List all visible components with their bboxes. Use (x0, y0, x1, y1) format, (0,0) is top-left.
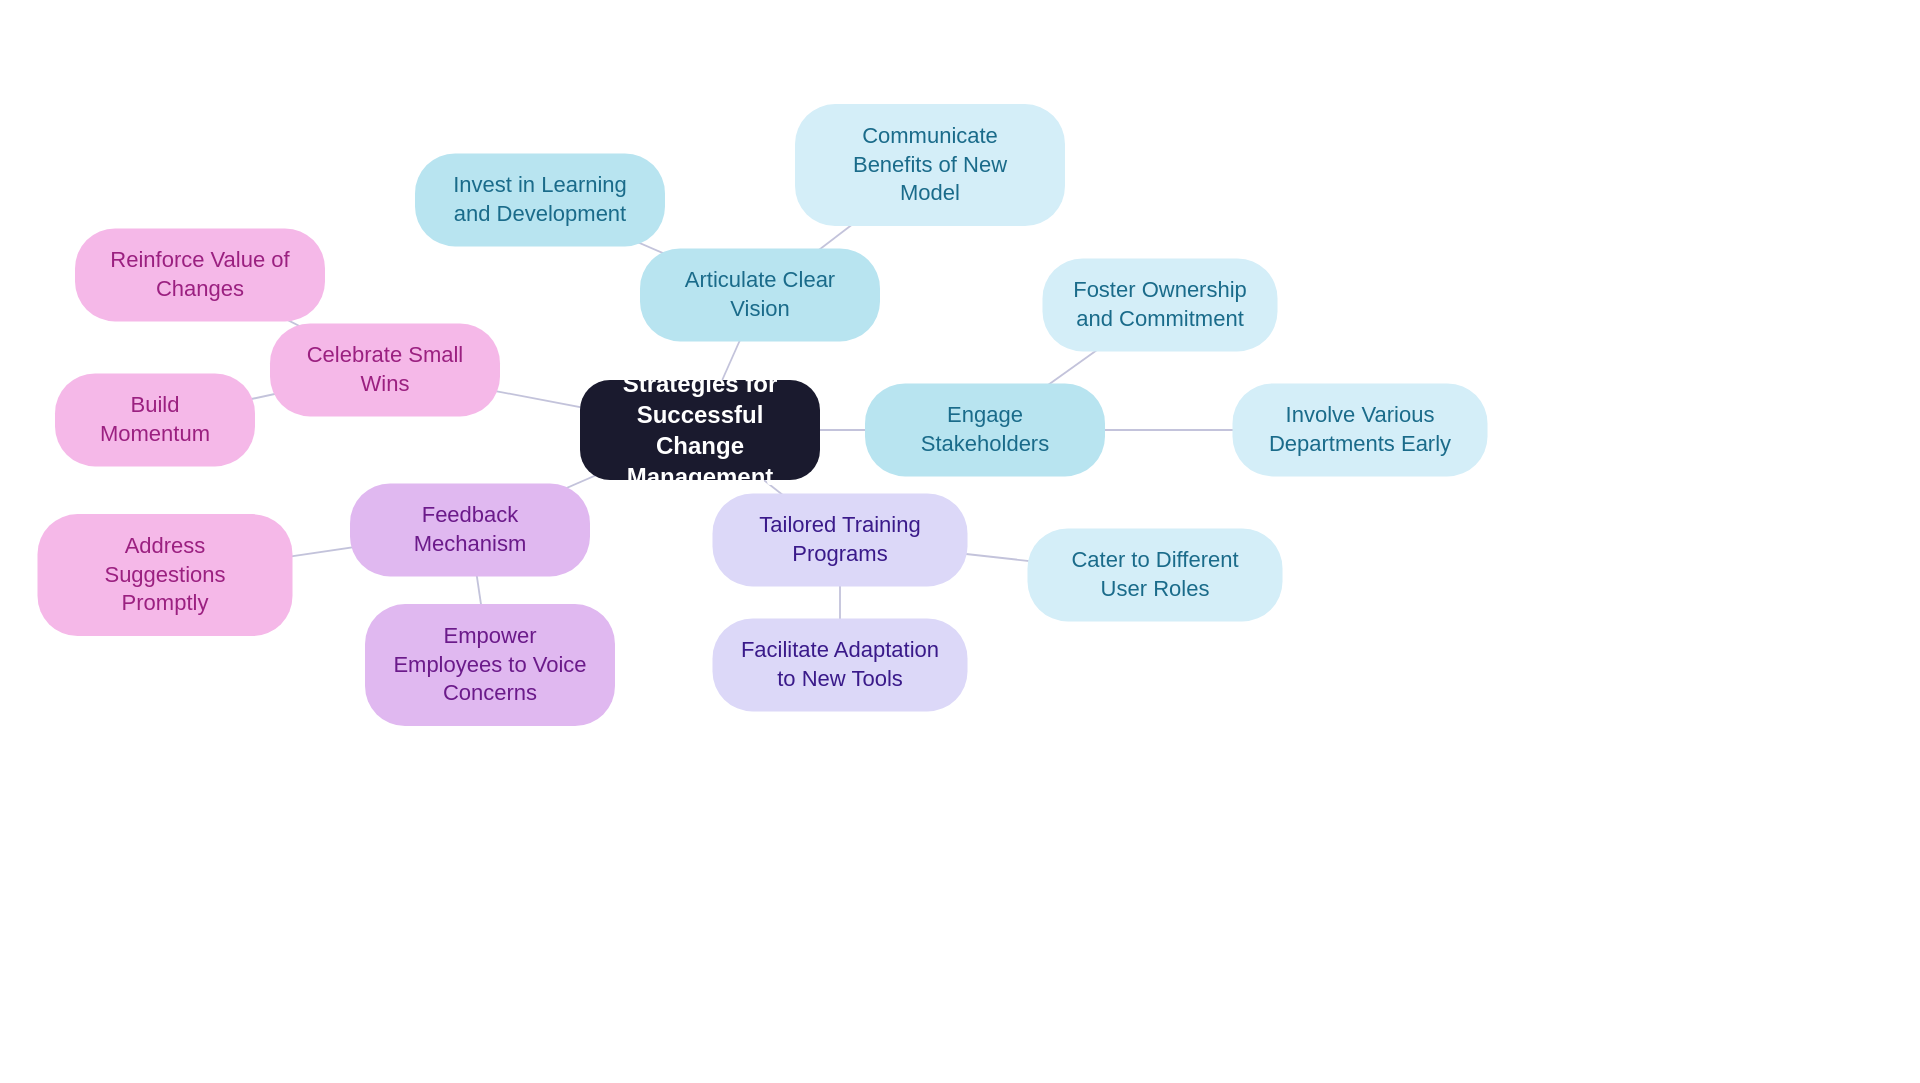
mind-map-container: Strategies for Successful Change Managem… (0, 0, 1920, 1083)
foster-ownership-node: Foster Ownership and Commitment (1043, 258, 1278, 351)
cater-user-roles-node: Cater to Different User Roles (1028, 528, 1283, 621)
communicate-benefits-node: Communicate Benefits of New Model (795, 104, 1065, 226)
invest-learning-node: Invest in Learning and Development (415, 153, 665, 246)
center-node: Strategies for Successful Change Managem… (580, 380, 820, 480)
engage-stakeholders-node: Engage Stakeholders (865, 383, 1105, 476)
involve-departments-node: Involve Various Departments Early (1233, 383, 1488, 476)
empower-employees-node: Empower Employees to Voice Concerns (365, 604, 615, 726)
build-momentum-node: Build Momentum (55, 373, 255, 466)
facilitate-adaptation-node: Facilitate Adaptation to New Tools (713, 618, 968, 711)
reinforce-value-node: Reinforce Value of Changes (75, 228, 325, 321)
articulate-clear-vision-node: Articulate Clear Vision (640, 248, 880, 341)
address-suggestions-node: Address Suggestions Promptly (38, 514, 293, 636)
celebrate-small-wins-node: Celebrate Small Wins (270, 323, 500, 416)
feedback-mechanism-node: Feedback Mechanism (350, 483, 590, 576)
tailored-training-node: Tailored Training Programs (713, 493, 968, 586)
